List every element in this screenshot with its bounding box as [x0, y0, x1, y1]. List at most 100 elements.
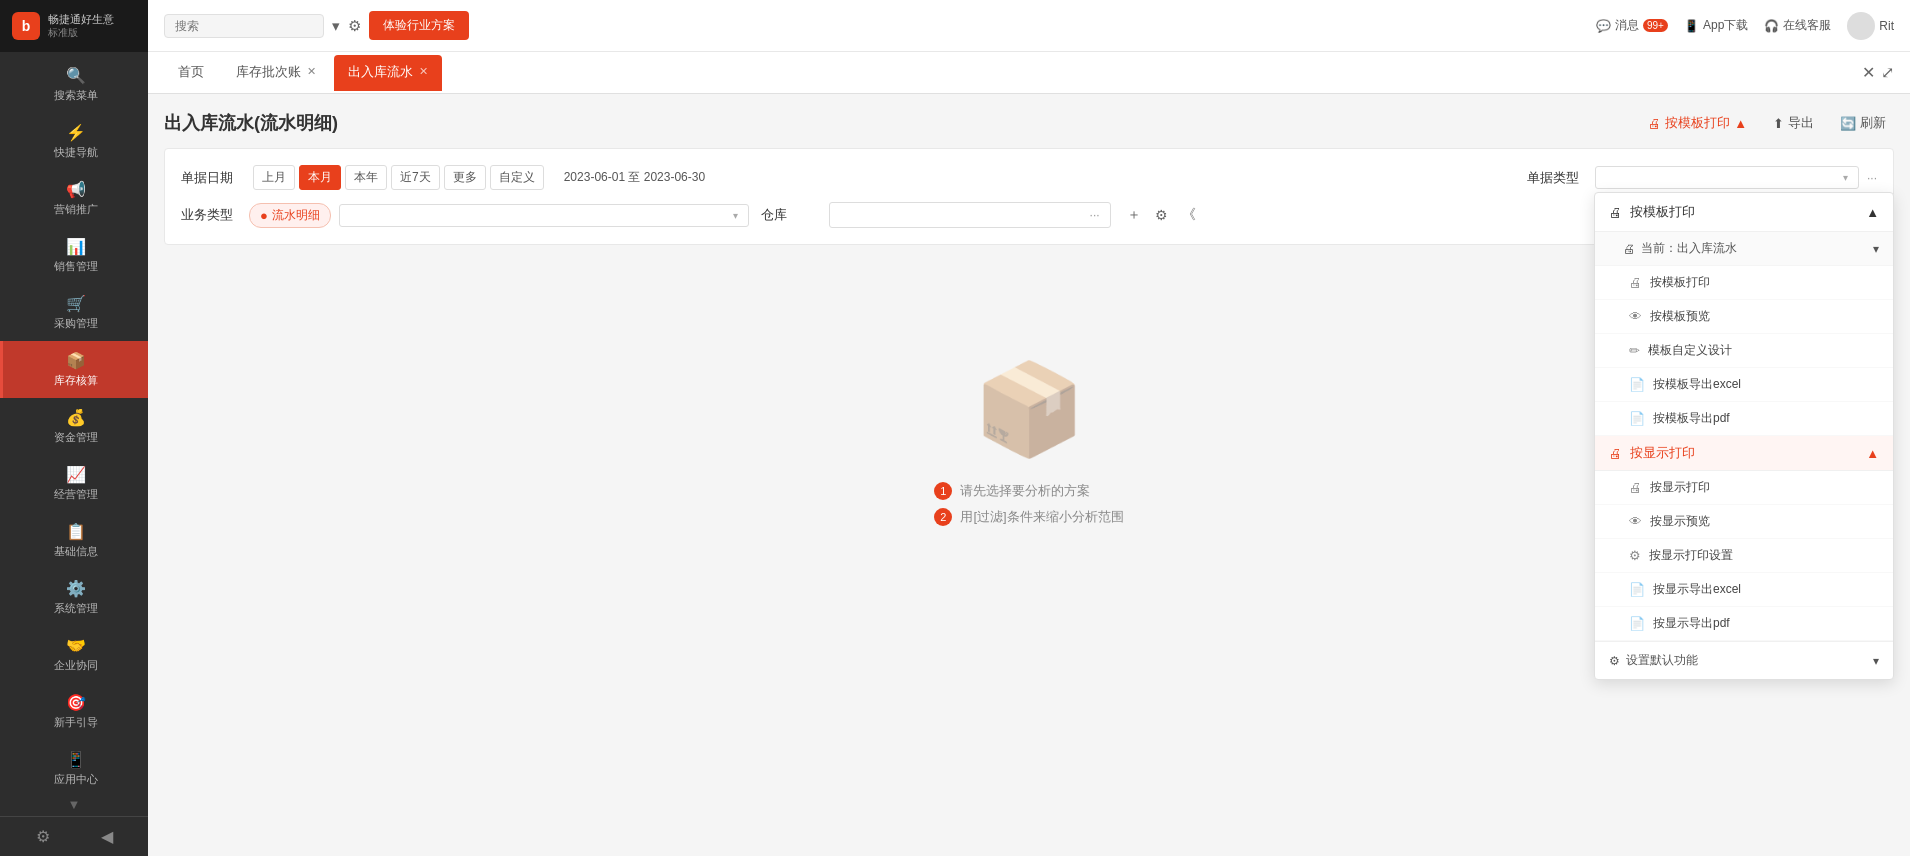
type-more-btn[interactable]: ···: [1867, 171, 1877, 185]
display-export-excel-item[interactable]: 📄 按显示导出excel: [1595, 573, 1893, 607]
dropdown-footer[interactable]: ⚙ 设置默认功能 ▾: [1595, 641, 1893, 679]
display-section-label: 按显示打印: [1630, 444, 1695, 462]
settings-default-label: 设置默认功能: [1626, 652, 1698, 669]
marketing-icon: 📢: [66, 180, 86, 199]
gear-icon[interactable]: ⚙: [348, 17, 361, 35]
online-service-button[interactable]: 🎧 在线客服: [1764, 17, 1831, 34]
sidebar-item-basic-info[interactable]: 📋 基础信息: [0, 512, 148, 569]
sidebar-label-search-menu: 搜索菜单: [54, 88, 98, 103]
display-preview-item[interactable]: 👁 按显示预览: [1595, 505, 1893, 539]
tab-maximize-icon[interactable]: ⤢: [1881, 63, 1894, 82]
display-settings-item[interactable]: ⚙ 按显示打印设置: [1595, 539, 1893, 573]
sidebar-item-sales[interactable]: 📊 销售管理: [0, 227, 148, 284]
collapse-sidebar-icon[interactable]: ◀: [101, 827, 113, 846]
refresh-icon: 🔄: [1840, 116, 1856, 131]
print-template-label: 按模板打印: [1665, 114, 1730, 132]
message-button[interactable]: 💬 消息 99+: [1596, 17, 1668, 34]
add-filter-icon[interactable]: ＋: [1123, 202, 1145, 228]
template-export-excel-item[interactable]: 📄 按模板导出excel: [1595, 368, 1893, 402]
template-custom-item[interactable]: ✏ 模板自定义设计: [1595, 334, 1893, 368]
step-num-1: 1: [934, 482, 952, 500]
sidebar-item-app-center[interactable]: 📱 应用中心: [0, 740, 148, 793]
user-avatar-button[interactable]: Rit: [1847, 12, 1894, 40]
sidebar-label-guide: 新手引导: [54, 715, 98, 730]
filter-tag-label: 流水明细: [272, 207, 320, 224]
tab-batch-account-close[interactable]: ✕: [307, 65, 316, 78]
quick-nav-icon: ⚡: [66, 123, 86, 142]
search-input[interactable]: [164, 14, 324, 38]
sidebar-item-search-menu[interactable]: 🔍 搜索菜单: [0, 56, 148, 113]
current-icon: 🖨: [1623, 242, 1635, 256]
filter-label-date: 单据日期: [181, 169, 241, 187]
filter-warehouse-group: 仓库 ···: [761, 202, 1111, 228]
template-preview-label: 按模板预览: [1650, 308, 1710, 325]
topbar-left: ▾ ⚙ 体验行业方案: [164, 11, 1596, 40]
date-btn-last-month[interactable]: 上月: [253, 165, 295, 190]
sidebar-scroll-down[interactable]: ▼: [0, 793, 148, 816]
chevron-down-icon[interactable]: ▾: [332, 17, 340, 35]
sidebar-item-quick-nav[interactable]: ⚡ 快捷导航: [0, 113, 148, 170]
display-section-chevron: ▲: [1866, 446, 1879, 461]
tab-inout-flow[interactable]: 出入库流水 ✕: [334, 55, 442, 91]
export-button[interactable]: ⬆ 导出: [1765, 110, 1822, 136]
filter-label-type: 单据类型: [1527, 169, 1587, 187]
basic-info-icon: 📋: [66, 522, 86, 541]
sidebar-label-marketing: 营销推广: [54, 202, 98, 217]
template-print-item[interactable]: 🖨 按模板打印: [1595, 266, 1893, 300]
page-actions: 🖨 按模板打印 ▲ ⬆ 导出 🔄 刷新: [1640, 110, 1894, 136]
sidebar-item-finance[interactable]: 💰 资金管理: [0, 398, 148, 455]
current-chevron-icon[interactable]: ▾: [1873, 242, 1879, 256]
display-export-pdf-item[interactable]: 📄 按显示导出pdf: [1595, 607, 1893, 641]
settings-bottom-icon[interactable]: ⚙: [36, 827, 50, 846]
filter-tag-active: ● 流水明细: [249, 203, 331, 228]
date-btn-more[interactable]: 更多: [444, 165, 486, 190]
enterprise-icon: 🤝: [66, 636, 86, 655]
template-export-pdf-item[interactable]: 📄 按模板导出pdf: [1595, 402, 1893, 436]
search-menu-icon: 🔍: [66, 66, 86, 85]
sidebar-item-guide[interactable]: 🎯 新手引导: [0, 683, 148, 740]
dropdown-chevron-up-icon[interactable]: ▲: [1866, 205, 1879, 220]
filter-settings-icon[interactable]: ⚙: [1151, 203, 1172, 227]
sidebar-logo: b 畅捷通好生意 标准版: [0, 0, 148, 52]
avatar: [1847, 12, 1875, 40]
biz-type-select[interactable]: ▾: [339, 204, 749, 227]
export-icon: ⬆: [1773, 116, 1784, 131]
sales-icon: 📊: [66, 237, 86, 256]
refresh-label: 刷新: [1860, 114, 1886, 132]
tab-batch-account[interactable]: 库存批次账 ✕: [222, 55, 330, 91]
current-label: 当前：出入库流水: [1641, 240, 1737, 257]
sidebar-item-purchase[interactable]: 🛒 采购管理: [0, 284, 148, 341]
sidebar-item-inventory[interactable]: 📦 库存核算: [0, 341, 148, 398]
display-pdf-icon: 📄: [1629, 616, 1645, 631]
display-print-item[interactable]: 🖨 按显示打印: [1595, 471, 1893, 505]
sidebar-item-operations[interactable]: 📈 经营管理: [0, 455, 148, 512]
tab-close-all-icon[interactable]: ✕: [1862, 63, 1875, 82]
sidebar-item-system[interactable]: ⚙️ 系统管理: [0, 569, 148, 626]
display-excel-icon: 📄: [1629, 582, 1645, 597]
date-btn-7days[interactable]: 近7天: [391, 165, 440, 190]
display-section-header[interactable]: 🖨 按显示打印 ▲: [1595, 436, 1893, 471]
sidebar-label-quick-nav: 快捷导航: [54, 145, 98, 160]
message-icon: 💬: [1596, 19, 1611, 33]
tab-batch-account-label: 库存批次账: [236, 63, 301, 81]
collapse-filter-icon[interactable]: 《: [1178, 202, 1200, 228]
refresh-button[interactable]: 🔄 刷新: [1832, 110, 1894, 136]
warehouse-select[interactable]: ···: [829, 202, 1111, 228]
sidebar-item-enterprise[interactable]: 🤝 企业协同: [0, 626, 148, 683]
app-download-button[interactable]: 📱 App下载: [1684, 17, 1748, 34]
template-print-label: 按模板打印: [1650, 274, 1710, 291]
date-btn-this-year[interactable]: 本年: [345, 165, 387, 190]
tab-home[interactable]: 首页: [164, 55, 218, 91]
tab-inout-flow-close[interactable]: ✕: [419, 65, 428, 78]
template-preview-item[interactable]: 👁 按模板预览: [1595, 300, 1893, 334]
industry-solution-button[interactable]: 体验行业方案: [369, 11, 469, 40]
sidebar-item-marketing[interactable]: 📢 营销推广: [0, 170, 148, 227]
inventory-icon: 📦: [66, 351, 86, 370]
logo-icon: b: [12, 12, 40, 40]
sidebar-nav: 🔍 搜索菜单 ⚡ 快捷导航 📢 营销推广 📊 销售管理 🛒 采购管理 📦 库存核…: [0, 52, 148, 793]
logo-sub: 标准版: [48, 26, 114, 40]
date-btn-custom[interactable]: 自定义: [490, 165, 544, 190]
type-select[interactable]: ▾: [1595, 166, 1859, 189]
print-template-button[interactable]: 🖨 按模板打印 ▲: [1640, 110, 1755, 136]
date-btn-this-month[interactable]: 本月: [299, 165, 341, 190]
